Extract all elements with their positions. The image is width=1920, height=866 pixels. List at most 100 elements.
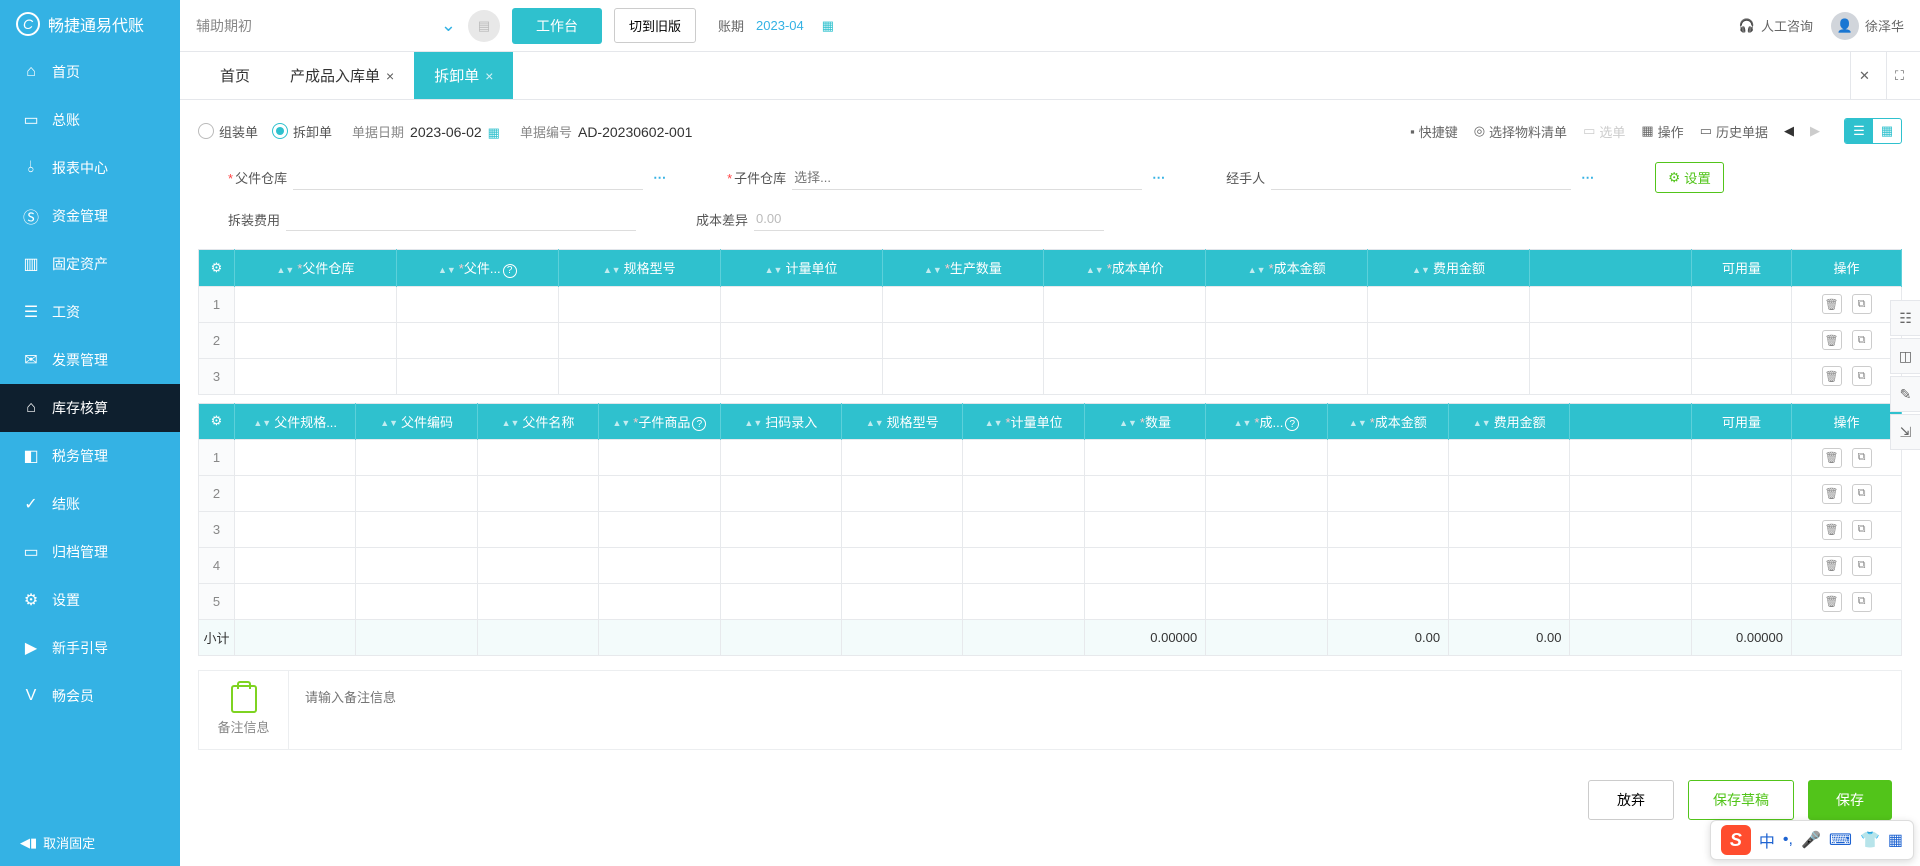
sort-icon[interactable]: ▲▼ [866, 420, 884, 426]
cell[interactable] [1327, 476, 1448, 512]
save-button[interactable]: 保存 [1808, 780, 1892, 820]
delete-icon[interactable]: 🗑 [1822, 366, 1842, 386]
col-header[interactable]: ▲▼规格型号 [558, 250, 720, 287]
view-list[interactable]: ☰ [1845, 119, 1873, 143]
col-header[interactable]: ▲▼*数量 [1084, 403, 1205, 440]
copy-icon[interactable]: ⧉ [1852, 592, 1872, 612]
nav-item-3[interactable]: Ⓢ资金管理 [0, 192, 180, 240]
help-icon[interactable]: ? [692, 417, 706, 431]
cell[interactable] [1570, 476, 1692, 512]
cell[interactable] [1570, 440, 1692, 476]
nav-item-1[interactable]: ▭总账 [0, 96, 180, 144]
col-header[interactable]: ▲▼*生产数量 [882, 250, 1044, 287]
col-header[interactable]: ⚙ [199, 403, 235, 440]
cell[interactable] [842, 476, 963, 512]
entity-dropdown[interactable]: 辅助期初 ⌄ [196, 15, 456, 36]
fullscreen-toggle[interactable]: ⛶ [1886, 52, 1912, 99]
cell[interactable] [1084, 512, 1205, 548]
sort-icon[interactable]: ▲▼ [1473, 420, 1491, 426]
copy-icon[interactable]: ⧉ [1852, 294, 1872, 314]
cell[interactable] [477, 548, 598, 584]
col-header[interactable]: ▲▼父件编码 [356, 403, 477, 440]
cell[interactable] [1084, 440, 1205, 476]
col-header[interactable]: ▲▼*成本单价 [1044, 250, 1206, 287]
sort-icon[interactable]: ▲▼ [924, 267, 942, 273]
sort-icon[interactable]: ▲▼ [1412, 267, 1430, 273]
close-icon[interactable]: × [485, 68, 493, 84]
cell[interactable] [1327, 584, 1448, 620]
cell[interactable] [1692, 322, 1792, 358]
col-header[interactable]: ▲▼费用金额 [1449, 403, 1570, 440]
cell[interactable] [963, 476, 1084, 512]
col-header[interactable] [1530, 250, 1692, 287]
tab[interactable]: 首页 [200, 52, 270, 99]
cell[interactable] [720, 286, 882, 322]
sort-icon[interactable]: ▲▼ [985, 420, 1003, 426]
cell[interactable] [1044, 358, 1206, 394]
nav-item-8[interactable]: ◧税务管理 [0, 432, 180, 480]
cell[interactable] [1692, 286, 1792, 322]
operate-action[interactable]: ▦操作 [1641, 122, 1683, 141]
cell[interactable] [558, 322, 720, 358]
cell[interactable] [720, 440, 841, 476]
nav-item-10[interactable]: ▭归档管理 [0, 528, 180, 576]
sort-icon[interactable]: ▲▼ [276, 267, 294, 273]
cell[interactable] [1044, 286, 1206, 322]
parent-warehouse-input[interactable] [293, 166, 643, 190]
radio-assemble[interactable]: 组装单 [198, 122, 258, 141]
cell[interactable] [1692, 358, 1792, 394]
dock-tool-icon[interactable]: ✎ [1890, 376, 1920, 412]
cell[interactable] [882, 358, 1044, 394]
cell[interactable] [1044, 322, 1206, 358]
ime-skin-icon[interactable]: 👕 [1860, 830, 1880, 850]
discard-button[interactable]: 放弃 [1588, 780, 1674, 820]
quick-entry-button[interactable]: ▤ [468, 10, 500, 42]
cell[interactable] [599, 548, 720, 584]
sort-icon[interactable]: ▲▼ [380, 420, 398, 426]
sort-icon[interactable]: ▲▼ [1248, 267, 1266, 273]
nav-item-11[interactable]: ⚙设置 [0, 576, 180, 624]
cell[interactable] [720, 476, 841, 512]
cell[interactable] [1206, 358, 1368, 394]
user-menu[interactable]: 👤 徐泽华 [1831, 12, 1904, 40]
copy-icon[interactable]: ⧉ [1852, 556, 1872, 576]
cell[interactable] [1530, 358, 1692, 394]
doc-date-value[interactable]: 2023-06-02 [410, 124, 482, 140]
cell[interactable] [356, 548, 477, 584]
nav-item-7[interactable]: ⌂库存核算 [0, 384, 180, 432]
sort-icon[interactable]: ▲▼ [765, 267, 783, 273]
delete-icon[interactable]: 🗑 [1822, 556, 1842, 576]
lookup-icon[interactable]: ⋯ [653, 170, 667, 186]
cell[interactable] [558, 358, 720, 394]
col-header[interactable]: 可用量 [1692, 403, 1792, 440]
delete-icon[interactable]: 🗑 [1822, 592, 1842, 612]
delete-icon[interactable]: 🗑 [1822, 484, 1842, 504]
cell[interactable] [1530, 286, 1692, 322]
sort-icon[interactable]: ▲▼ [744, 420, 762, 426]
radio-disassemble[interactable]: 拆卸单 [272, 122, 332, 141]
col-header[interactable]: ▲▼*成本金额 [1206, 250, 1368, 287]
cell[interactable] [235, 322, 397, 358]
cell[interactable] [235, 476, 356, 512]
col-header[interactable]: ▲▼*父件仓库 [235, 250, 397, 287]
cell[interactable] [356, 584, 477, 620]
nav-item-2[interactable]: ⫰报表中心 [0, 144, 180, 192]
table-row[interactable]: 3🗑⧉ [199, 512, 1902, 548]
table-row[interactable]: 2🗑⧉ [199, 322, 1902, 358]
nav-item-5[interactable]: ☰工资 [0, 288, 180, 336]
copy-icon[interactable]: ⧉ [1852, 448, 1872, 468]
cell[interactable] [963, 512, 1084, 548]
cell[interactable] [1449, 440, 1570, 476]
table-row[interactable]: 4🗑⧉ [199, 548, 1902, 584]
nav-item-6[interactable]: ✉发票管理 [0, 336, 180, 384]
cell[interactable] [1692, 512, 1792, 548]
cell[interactable] [1570, 584, 1692, 620]
sort-icon[interactable]: ▲▼ [612, 420, 630, 426]
cell[interactable] [882, 322, 1044, 358]
cell[interactable] [720, 512, 841, 548]
cell[interactable] [599, 440, 720, 476]
ime-mic-icon[interactable]: 🎤 [1801, 830, 1821, 850]
cell[interactable] [1449, 512, 1570, 548]
cell[interactable] [235, 358, 397, 394]
cell[interactable] [963, 584, 1084, 620]
